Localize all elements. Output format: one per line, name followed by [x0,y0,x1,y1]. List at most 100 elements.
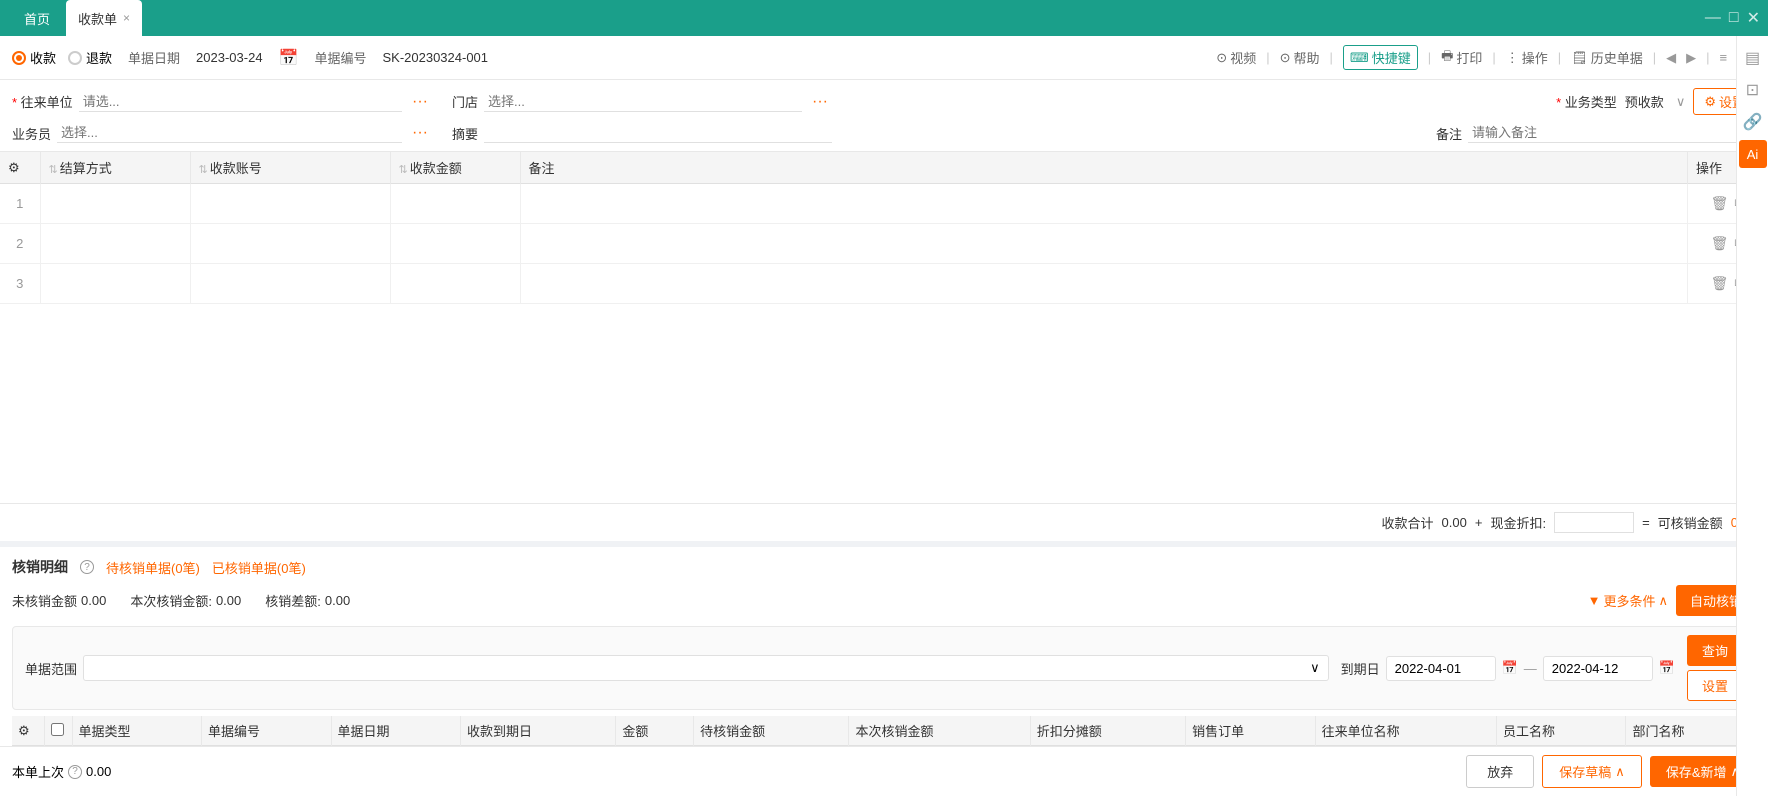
footer-info-icon[interactable]: ? [68,765,82,779]
summary-input[interactable] [484,123,832,143]
nav-prev-icon[interactable]: ◀ [1666,50,1676,66]
tab-bar-right: — □ ✕ [1705,8,1760,28]
remark-label: 备注 [1436,124,1462,143]
video-icon: ⊙ [1216,50,1227,66]
gear-col-header[interactable]: ⚙ [0,152,40,184]
row-3-amount[interactable] [390,264,520,304]
print-btn[interactable]: 🖶 打印 [1441,47,1482,69]
row-2-amount[interactable] [390,224,520,264]
row-2-account[interactable] [190,224,390,264]
sidebar-link-icon[interactable]: 🔗 [1739,108,1767,136]
table-gear-icon[interactable]: ⚙ [8,160,20,175]
table-row: 2 🗑 ⧉ [0,224,1768,264]
row-1-amount[interactable] [390,184,520,224]
help-btn[interactable]: ⊙ 帮助 [1280,48,1320,67]
sidebar-grid-icon[interactable]: ⊡ [1739,76,1767,104]
current-value: 0.00 [216,593,241,608]
amount-col-header[interactable]: 收款金额 [390,152,520,184]
video-btn[interactable]: ⊙ 视频 [1216,48,1256,67]
abandon-button[interactable]: 放弃 [1466,755,1534,788]
due-date-label: 到期日 [1341,659,1380,678]
counterpart-col-header[interactable]: 往来单位名称 [1315,716,1496,746]
minimize-icon[interactable]: — [1705,9,1721,27]
counterpart-more-icon[interactable]: ··· [408,93,432,111]
shortcut-label: 快捷键 [1372,48,1411,67]
table-row: 1 🗑 ⧉ [0,184,1768,224]
row-2-remark[interactable] [520,224,1688,264]
row-1-settlement[interactable] [40,184,190,224]
row-3-settlement[interactable] [40,264,190,304]
date-range-dash: — [1524,661,1537,676]
row-3-num: 3 [0,264,40,304]
row-2-delete-icon[interactable]: 🗑 [1711,235,1729,252]
save-draft-button[interactable]: 保存草稿 ∧ [1542,755,1642,788]
query-button[interactable]: 查询 [1687,635,1743,666]
verify-section: 核销明细 ? 待核销单据(0笔) 已核销单据(0笔) 未核销金额 0.00 本次… [0,541,1768,746]
shortcut-btn[interactable]: ⌨ 快捷键 [1343,45,1418,70]
restore-icon[interactable]: □ [1729,9,1739,27]
settlement-col-header[interactable]: 结算方式 [40,152,190,184]
row-1-delete-icon[interactable]: 🗑 [1711,195,1729,212]
number-col-header[interactable]: 单据编号 [202,716,332,746]
radio-receipt[interactable]: 收款 [12,48,56,67]
counterpart-input[interactable] [79,92,402,112]
operation-btn[interactable]: ⋮ 操作 [1506,48,1548,67]
range-field: 单据范围 ∨ [25,655,1329,681]
account-col-header[interactable]: 收款账号 [190,152,390,184]
store-more-icon[interactable]: ··· [808,93,832,111]
date-from-input[interactable] [1386,656,1496,681]
row-3-remark[interactable] [520,264,1688,304]
staff-more-icon[interactable]: ··· [408,124,432,142]
sidebar-ai-icon[interactable]: Ai [1739,140,1767,168]
calendar-to-icon[interactable]: 📅 [1659,660,1675,676]
store-field: 门店 ··· [452,92,832,112]
history-icon: 🗒 [1571,50,1588,66]
store-input[interactable] [484,92,802,112]
layout-list-icon[interactable]: ≡ [1720,50,1728,65]
summary-label: 摘要 [452,124,478,143]
radio-receipt-dot [12,51,26,65]
bottom-gear-col[interactable]: ⚙ [12,716,44,746]
divider-3: | [1428,50,1431,65]
staff-col-header[interactable]: 员工名称 [1496,716,1626,746]
calendar-from-icon[interactable]: 📅 [1502,660,1518,676]
row-3-account[interactable] [190,264,390,304]
bottom-gear-icon[interactable]: ⚙ [18,723,30,738]
help-label: 帮助 [1294,48,1320,67]
pending-tab[interactable]: 待核销单据(0笔) [106,558,200,577]
verify-settings-button[interactable]: 设置 [1687,670,1743,701]
tab-home[interactable]: 首页 [8,0,66,36]
help-icon: ⊙ [1280,50,1291,66]
close-window-icon[interactable]: ✕ [1747,8,1760,28]
business-type-chevron[interactable]: ∨ [1676,94,1686,110]
diff-label: 核销差额: [265,591,321,610]
tab-close-icon[interactable]: × [123,11,130,25]
date-to-input[interactable] [1543,656,1653,681]
operation-icon: ⋮ [1506,50,1519,66]
bottom-checkbox-col[interactable] [44,716,72,746]
row-2-settlement[interactable] [40,224,190,264]
type-col-header[interactable]: 单据类型 [72,716,202,746]
staff-input[interactable] [57,123,402,143]
radio-receipt-label: 收款 [30,48,56,67]
discount-col-header: 折扣分摊额 [1030,716,1185,746]
radio-refund-dot [68,51,82,65]
calendar-icon[interactable]: 📅 [279,48,299,68]
range-select[interactable]: ∨ [83,655,1329,681]
remark-input[interactable] [1468,123,1756,143]
business-type-field: 业务类型 预收款 ∨ [1365,92,1685,111]
done-tab[interactable]: 已核销单据(0笔) [212,558,306,577]
row-1-remark[interactable] [520,184,1688,224]
row-3-delete-icon[interactable]: 🗑 [1711,275,1729,292]
tab-receipt[interactable]: 收款单 × [66,0,142,36]
select-all-checkbox[interactable] [51,723,64,736]
more-conditions-btn[interactable]: ▼ 更多条件 ∧ [1588,591,1668,610]
sidebar-table-icon[interactable]: ▤ [1739,44,1767,72]
date-col-header[interactable]: 单据日期 [331,716,461,746]
radio-refund[interactable]: 退款 [68,48,112,67]
discount-input[interactable] [1554,512,1634,533]
row-1-account[interactable] [190,184,390,224]
verify-info-icon[interactable]: ? [80,560,94,574]
nav-next-icon[interactable]: ▶ [1686,50,1696,66]
history-btn[interactable]: 🗒 历史单据 [1571,48,1643,67]
